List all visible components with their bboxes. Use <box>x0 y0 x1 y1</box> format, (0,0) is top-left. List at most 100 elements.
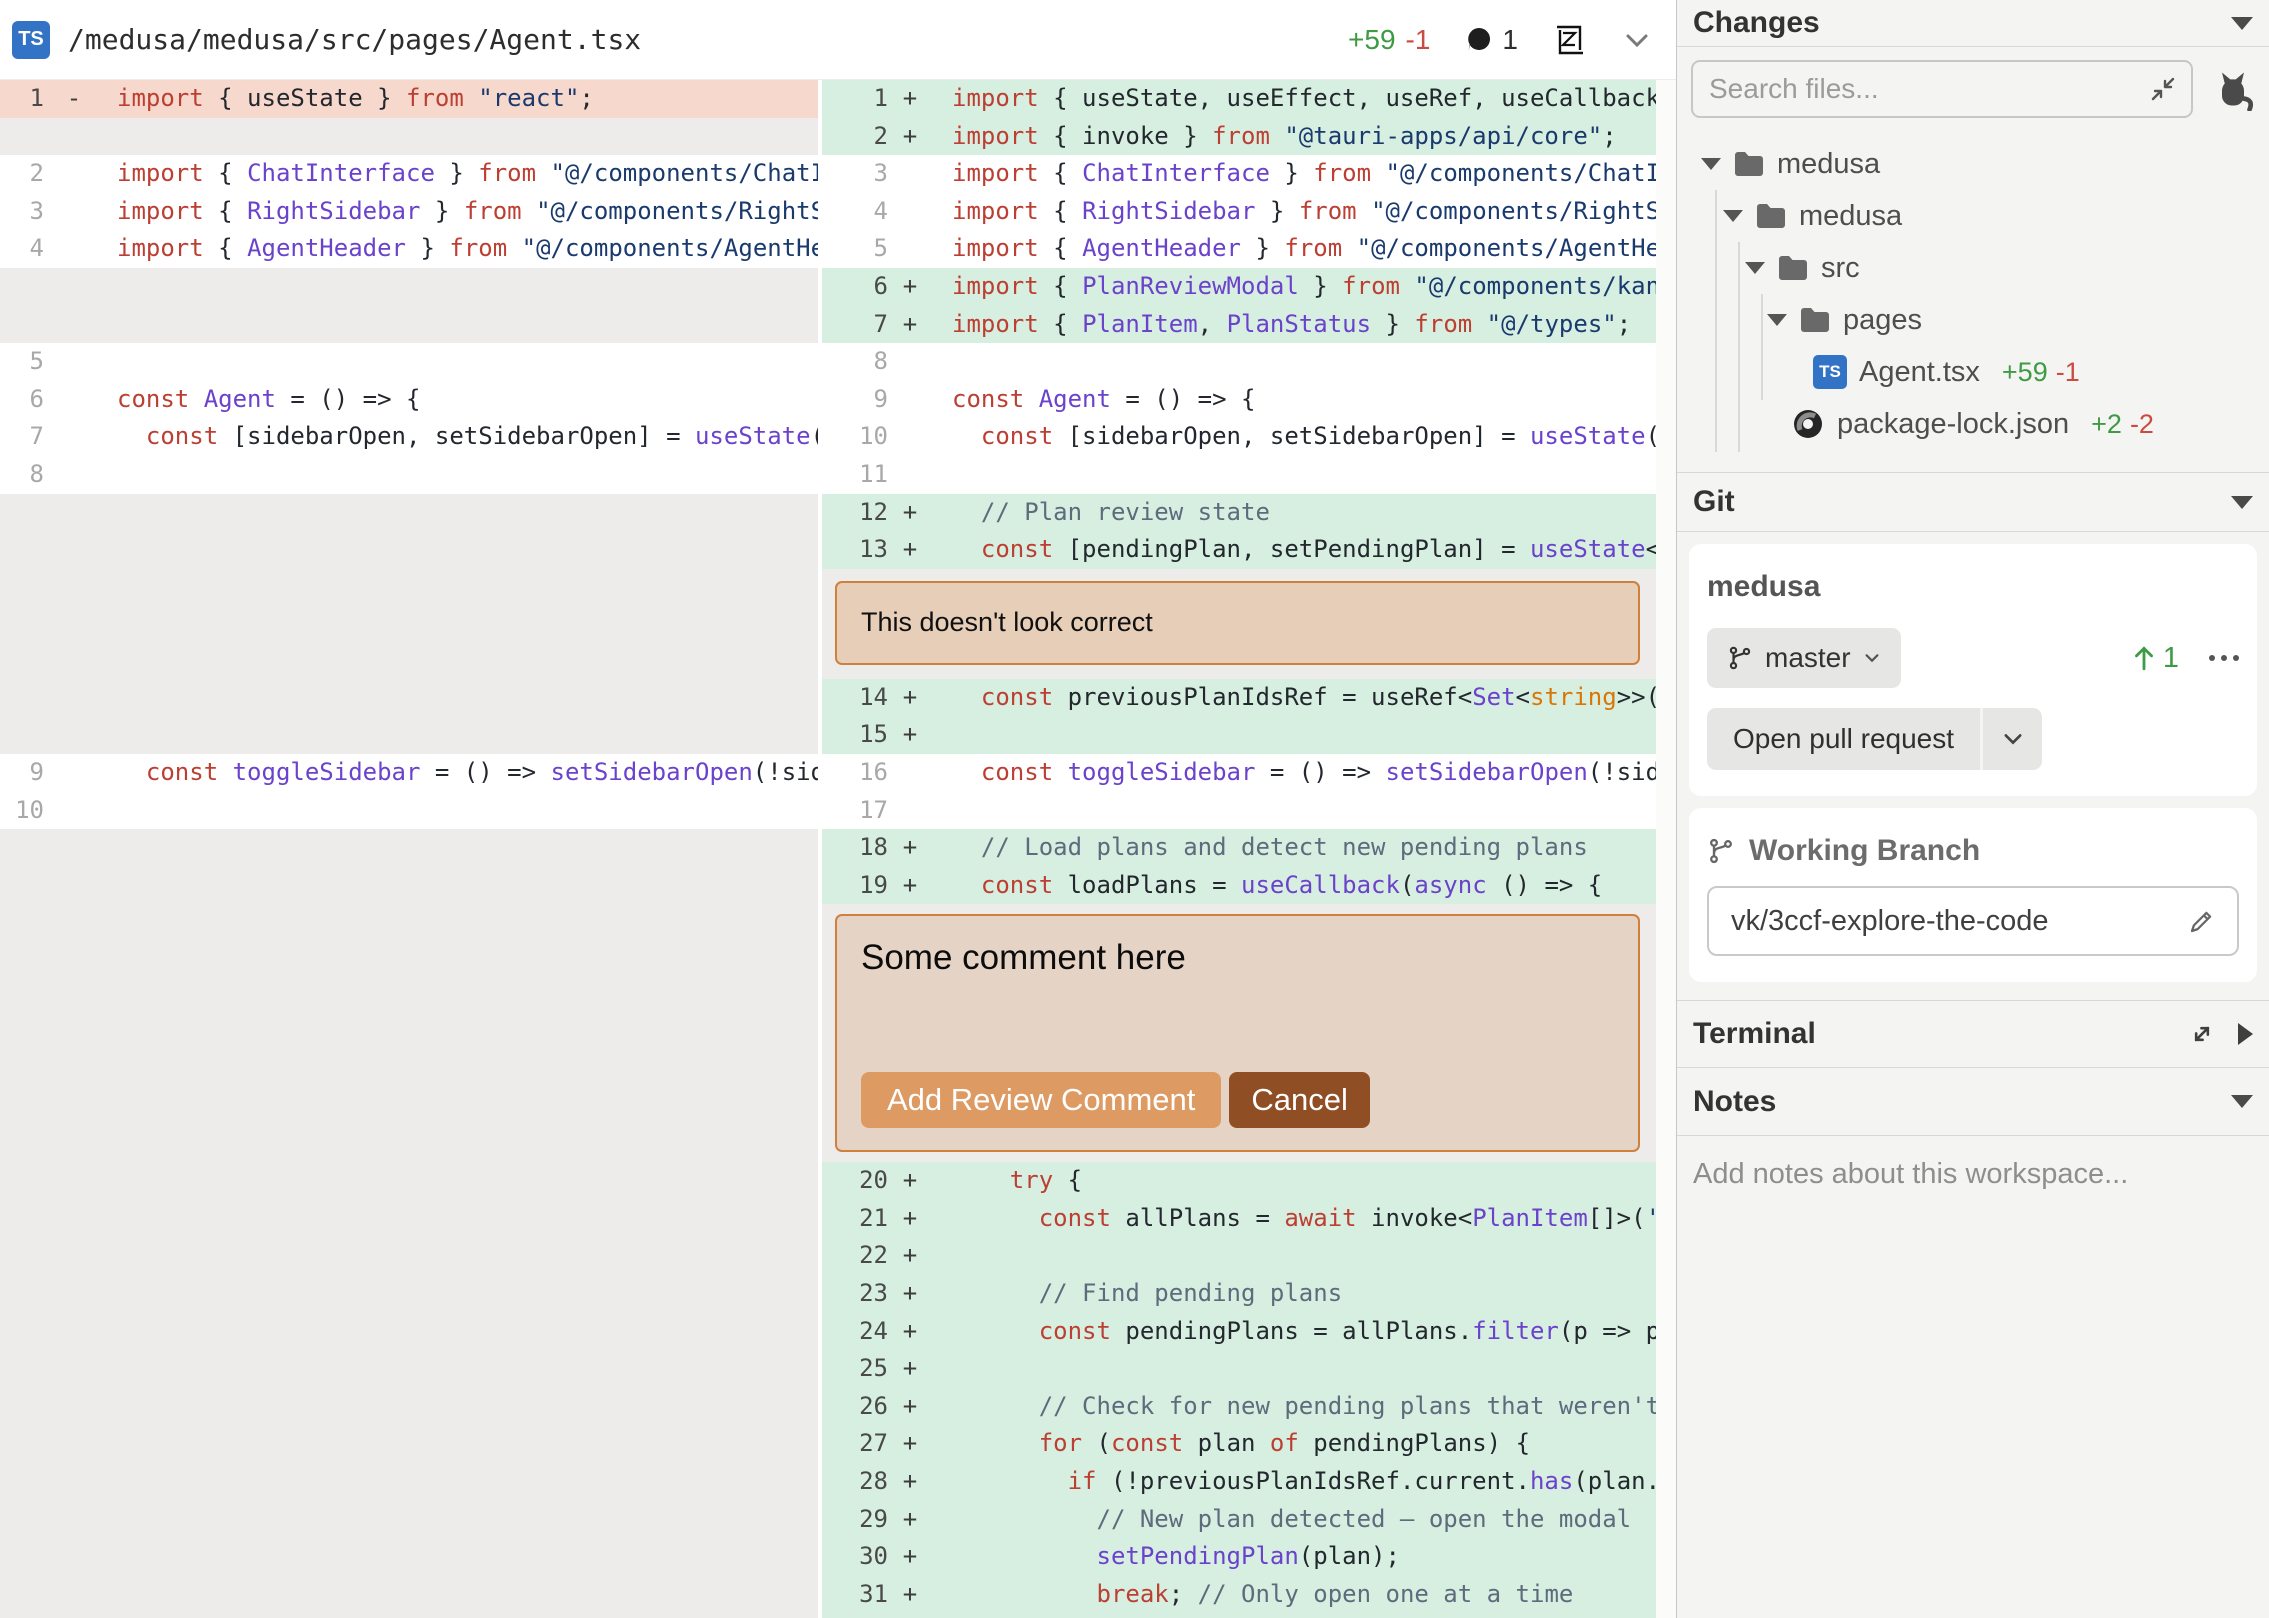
diff-row[interactable]: 6+import { PlanReviewModal } from "@/com… <box>0 268 1676 306</box>
scrollbar-gutter <box>1656 904 1676 1162</box>
line-number: 5 <box>0 343 44 381</box>
diff-row[interactable]: 811 <box>0 456 1676 494</box>
diff-row[interactable]: 7+import { PlanItem, PlanStatus } from "… <box>0 306 1676 344</box>
search-files-input[interactable] <box>1707 72 2149 106</box>
code-token: import <box>952 84 1039 112</box>
right-cell: 5import { AgentHeader } from "@/componen… <box>822 230 1656 268</box>
diff-row[interactable]: 3import { RightSidebar } from "@/compone… <box>0 193 1676 231</box>
git-section-header[interactable]: Git <box>1677 472 2269 532</box>
code-token: Agent <box>204 385 276 413</box>
diff-row[interactable]: 2import { ChatInterface } from "@/compon… <box>0 155 1676 193</box>
right-cell: 6+import { PlanReviewModal } from "@/com… <box>822 268 1656 306</box>
tree-item-src[interactable]: src <box>1677 242 2269 294</box>
file-additions: +2 <box>2091 409 2122 439</box>
scrollbar-gutter <box>1656 1237 1676 1275</box>
diff-row[interactable]: 2+import { invoke } from "@tauri-apps/ap… <box>0 118 1676 156</box>
diff-row[interactable]: 14+ const previousPlanIdsRef = useRef<Se… <box>0 679 1676 717</box>
review-comment[interactable]: This doesn't look correct <box>835 581 1640 665</box>
code-line: const toggleSidebar = () => setSidebarOp… <box>932 754 1656 792</box>
diff-row[interactable]: 29+ // New plan detected – open the moda… <box>0 1501 1676 1539</box>
terminal-section-header[interactable]: Terminal <box>1677 1000 2269 1068</box>
code-line: import { PlanReviewModal } from "@/compo… <box>932 268 1656 306</box>
right-cell: 4import { RightSidebar } from "@/compone… <box>822 193 1656 231</box>
open-terminal-arrow-icon[interactable] <box>2238 1023 2253 1045</box>
changes-section-header[interactable]: Changes <box>1677 0 2269 47</box>
open-pull-request-button[interactable]: Open pull request <box>1707 708 1980 770</box>
line-number: 14 <box>822 679 888 717</box>
scrollbar-gutter <box>1656 1162 1676 1200</box>
cat-icon[interactable] <box>2211 67 2255 111</box>
tree-item-pages[interactable]: pages <box>1677 294 2269 346</box>
diff-row[interactable]: 4import { AgentHeader } from "@/componen… <box>0 230 1676 268</box>
working-branch-field[interactable] <box>1707 886 2239 956</box>
branch-selector[interactable]: master <box>1707 628 1901 688</box>
code-line <box>104 792 818 830</box>
diff-row[interactable]: 15+ <box>0 716 1676 754</box>
collapse-file-chevron-icon[interactable] <box>1622 25 1652 55</box>
diff-row[interactable]: 27+ for (const plan of pendingPlans) { <box>0 1425 1676 1463</box>
code-token: setPendingPlan <box>1097 1542 1299 1570</box>
diff-row[interactable]: 18+ // Load plans and detect new pending… <box>0 829 1676 867</box>
tree-item-package-lock-json[interactable]: package-lock.json+2-2 <box>1677 398 2269 450</box>
diff-row[interactable]: 12+ // Plan review state <box>0 494 1676 532</box>
diff-row[interactable]: 31+ break; // Only open one at a time <box>0 1576 1676 1614</box>
add-review-comment-button[interactable]: Add Review Comment <box>861 1072 1221 1128</box>
tree-item-medusa[interactable]: medusa <box>1677 138 2269 190</box>
diff-row[interactable]: 24+ const pendingPlans = allPlans.filter… <box>0 1313 1676 1351</box>
code-token: from <box>464 197 522 225</box>
diff-row[interactable]: 26+ // Check for new pending plans that … <box>0 1388 1676 1426</box>
diff-row[interactable]: 32+ } <box>0 1613 1676 1618</box>
expand-terminal-icon[interactable] <box>2188 1020 2216 1048</box>
file-diff-stats: +59-1 <box>2002 357 2080 388</box>
diff-row[interactable]: 22+ <box>0 1237 1676 1275</box>
tree-item-agent-tsx[interactable]: TSAgent.tsx+59-1 <box>1677 346 2269 398</box>
zed-logo-icon[interactable] <box>1552 22 1588 58</box>
notes-input[interactable]: Add notes about this workspace... <box>1677 1136 2269 1213</box>
working-branch-input[interactable] <box>1729 904 2187 939</box>
code-token: { <box>204 159 247 187</box>
push-commits-indicator[interactable]: 1 <box>2131 642 2179 675</box>
scrollbar-gutter <box>1656 1501 1676 1539</box>
diff-row[interactable]: 28+ if (!previousPlanIdsRef.current.has(… <box>0 1463 1676 1501</box>
pull-request-options-button[interactable] <box>1980 708 2042 770</box>
diff-row[interactable]: 1017 <box>0 792 1676 830</box>
notes-section-header[interactable]: Notes <box>1677 1068 2269 1136</box>
diff-row[interactable]: 1-import { useState } from "react";1+imp… <box>0 80 1676 118</box>
diff-row[interactable]: 58 <box>0 343 1676 381</box>
collapse-panel-icon[interactable] <box>2149 75 2177 103</box>
diff-row[interactable]: 19+ const loadPlans = useCallback(async … <box>0 867 1676 905</box>
diff-row[interactable]: 30+ setPendingPlan(plan); <box>0 1538 1676 1576</box>
code-token: "@/components/ChatI <box>1386 159 1656 187</box>
code-token: useState <box>1530 422 1646 450</box>
code-line: try { <box>932 1162 1656 1200</box>
diff-row[interactable]: 25+ <box>0 1350 1676 1388</box>
code-token: RightSidebar <box>247 197 420 225</box>
code-token: (!previousPlanIdsRef.current. <box>1097 1467 1530 1495</box>
scrollbar-gutter <box>1656 569 1676 679</box>
edit-pencil-icon[interactable] <box>2187 906 2217 936</box>
diff-row[interactable]: 21+ const allPlans = await invoke<PlanIt… <box>0 1200 1676 1238</box>
line-number: 22 <box>822 1237 888 1275</box>
line-number: 6 <box>822 268 888 306</box>
diff-marker: + <box>888 1350 932 1388</box>
code-line: import { ChatInterface } from "@/compone… <box>932 155 1656 193</box>
diff-row[interactable]: 6const Agent = () => {9const Agent = () … <box>0 381 1676 419</box>
diff-row[interactable]: 7 const [sidebarOpen, setSidebarOpen] = … <box>0 418 1676 456</box>
code-token <box>952 422 981 450</box>
diff-marker <box>44 193 104 231</box>
cancel-comment-button[interactable]: Cancel <box>1229 1072 1370 1128</box>
code-token: pendingPlans = allPlans. <box>1111 1317 1472 1345</box>
code-line: import { PlanItem, PlanStatus } from "@/… <box>932 306 1656 344</box>
diff-row[interactable]: 9 const toggleSidebar = () => setSidebar… <box>0 754 1676 792</box>
tree-item-medusa[interactable]: medusa <box>1677 190 2269 242</box>
diff-row[interactable]: 13+ const [pendingPlan, setPendingPlan] … <box>0 531 1676 569</box>
line-number: 20 <box>822 1162 888 1200</box>
comment-draft-text[interactable]: Some comment here <box>861 938 1614 978</box>
code-token: ChatInterface <box>247 159 435 187</box>
diff-row[interactable]: 20+ try { <box>0 1162 1676 1200</box>
comment-band: Some comment here Add Review CommentCance… <box>0 904 1676 1162</box>
more-options-button[interactable] <box>2209 655 2239 661</box>
comment-bubble-icon[interactable] <box>1464 25 1494 55</box>
diff-row[interactable]: 23+ // Find pending plans <box>0 1275 1676 1313</box>
code-token: { <box>1039 197 1082 225</box>
